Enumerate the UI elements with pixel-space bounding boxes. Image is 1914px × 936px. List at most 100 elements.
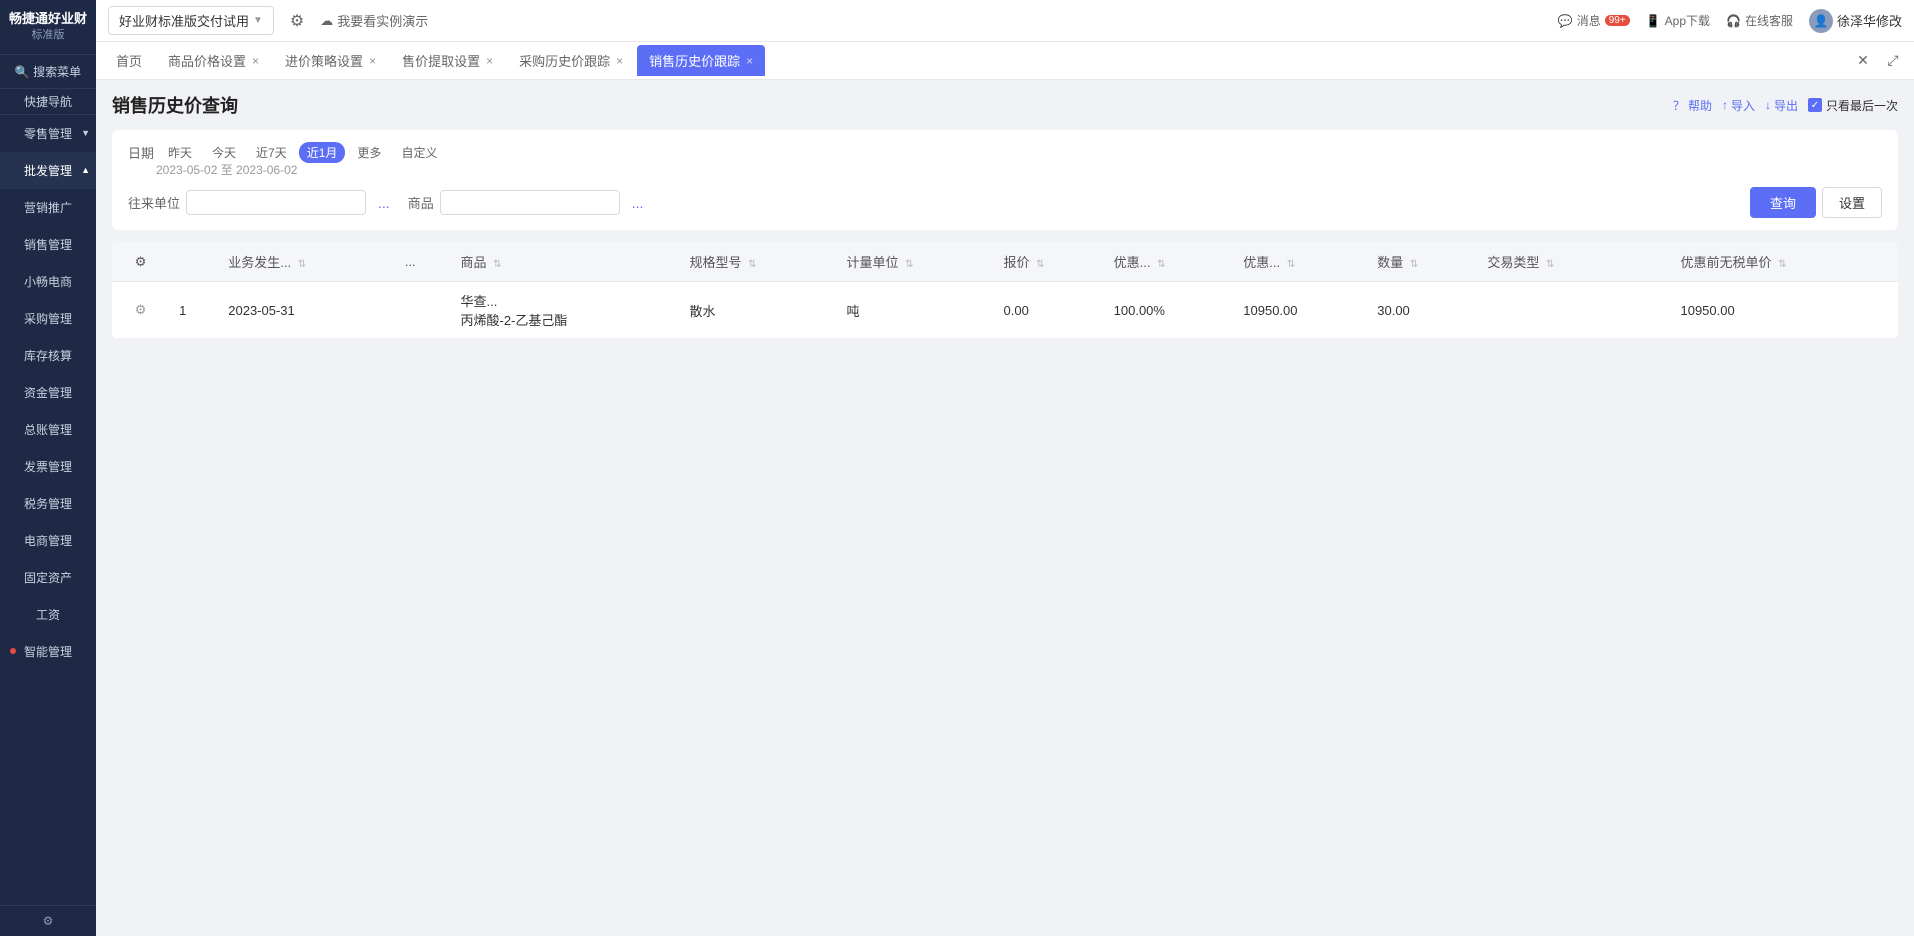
col-unit[interactable]: 计量单位 ⇅ (836, 242, 993, 282)
import-link[interactable]: ↑ 导入 (1722, 97, 1755, 114)
sidebar-item-ledger[interactable]: 总账管理 (0, 411, 96, 448)
date-btn-custom[interactable]: 自定义 (393, 142, 445, 163)
sidebar-salary-label: 工资 (36, 606, 60, 623)
tab-sale-extract[interactable]: 售价提取设置 × (390, 45, 505, 76)
col-product[interactable]: 商品 ⇅ (450, 242, 679, 282)
only-last-checkbox[interactable]: ✓ 只看最后一次 (1808, 97, 1898, 114)
row-product: 华查... 丙烯酸-2-乙基己酯 (450, 282, 679, 339)
tab-purchase-history[interactable]: 采购历史价跟踪 × (507, 45, 635, 76)
filter-settings-button[interactable]: 设置 (1822, 187, 1882, 218)
sidebar-search[interactable]: 🔍 搜索菜单 (0, 55, 96, 89)
date-btn-more[interactable]: 更多 (349, 142, 389, 163)
search-icon: 🔍 (15, 65, 30, 79)
tab-sale-extract-label: 售价提取设置 (402, 51, 480, 70)
sidebar-item-retail[interactable]: 零售管理 (0, 115, 96, 152)
online-service-action[interactable]: 🎧 在线客服 (1726, 12, 1793, 29)
sidebar-item-assets[interactable]: 固定资产 (0, 559, 96, 596)
gear-icon: ⚙ (43, 914, 54, 928)
date-range-display: 2023-05-02 至 2023-06-02 (156, 161, 297, 178)
tab-product-price[interactable]: 商品价格设置 × (156, 45, 271, 76)
sidebar-item-purchase[interactable]: 采购管理 (0, 300, 96, 337)
sidebar-item-tax[interactable]: 税务管理 (0, 485, 96, 522)
demo-link[interactable]: ☁ 我要看实例演示 (320, 11, 428, 30)
col-discount2[interactable]: 优惠... ⇅ (1233, 242, 1367, 282)
row-gear[interactable]: ⚙ (112, 282, 169, 339)
from-org-input[interactable] (186, 190, 366, 215)
col-trade-type[interactable]: 交易类型 ⇅ (1477, 242, 1634, 282)
sidebar-item-salary[interactable]: 工资 (0, 596, 96, 633)
export-link[interactable]: ↓ 导出 (1765, 97, 1798, 114)
row-spacer (1634, 282, 1670, 339)
sidebar-item-smart[interactable]: 智能管理 (0, 633, 96, 670)
only-last-label: 只看最后一次 (1826, 97, 1898, 114)
topbar-settings-button[interactable]: ⚙ (282, 7, 312, 35)
col-pretax-price[interactable]: 优惠前无税单价 ⇅ (1670, 242, 1898, 282)
tab-home[interactable]: 首页 (104, 45, 154, 76)
version-selector[interactable]: 好业财标准版交付试用 ▼ (108, 6, 274, 35)
tab-sale-extract-close[interactable]: × (486, 54, 493, 68)
sidebar-quick-nav[interactable]: 快捷导航 (0, 89, 96, 115)
col-spacer (1634, 242, 1670, 282)
sidebar-item-wholesale[interactable]: 批发管理 (0, 152, 96, 189)
sidebar-sales-label: 销售管理 (24, 236, 72, 253)
col-spec[interactable]: 规格型号 ⇅ (679, 242, 836, 282)
row-biz-date: 2023-05-31 (218, 282, 395, 339)
app-download-action[interactable]: 📱 App下载 (1646, 12, 1710, 29)
sidebar-item-finance[interactable]: 资金管理 (0, 374, 96, 411)
tab-close-button[interactable]: ✕ (1850, 48, 1876, 74)
checkbox-checked-icon: ✓ (1808, 98, 1822, 112)
tab-sale-history[interactable]: 销售历史价跟踪 × (637, 45, 765, 76)
sidebar-item-marketing[interactable]: 营销推广 (0, 189, 96, 226)
help-link[interactable]: ？ 帮助 (1673, 97, 1712, 114)
col-discount1[interactable]: 优惠... ⇅ (1104, 242, 1234, 282)
version-selector-text: 好业财标准版交付试用 (119, 11, 249, 30)
product-input[interactable] (440, 190, 620, 215)
date-label: 日期 (128, 143, 154, 162)
sort-icon-unit: ⇅ (905, 259, 913, 270)
help-icon: ？ (1673, 97, 1685, 114)
tab-expand-button[interactable]: ⤢ (1880, 48, 1906, 74)
sidebar-item-ecommerce[interactable]: 电商管理 (0, 522, 96, 559)
sidebar-smart-label: 智能管理 (24, 643, 72, 660)
tab-purchase-strategy[interactable]: 进价策略设置 × (273, 45, 388, 76)
date-btn-last1m[interactable]: 近1月 (299, 142, 346, 163)
sidebar-invoice-label: 发票管理 (24, 458, 72, 475)
sidebar-item-sales[interactable]: 销售管理 (0, 226, 96, 263)
tab-sale-history-close[interactable]: × (746, 54, 753, 68)
tab-purchase-strategy-label: 进价策略设置 (285, 51, 363, 70)
data-table: ⚙ 业务发生... ⇅ ... 商品 ⇅ (112, 242, 1898, 339)
sidebar-settings[interactable]: ⚙ (0, 905, 96, 936)
row-spec: 散水 (679, 282, 836, 339)
col-gear[interactable]: ⚙ (112, 242, 169, 282)
sidebar-marketing-label: 营销推广 (24, 199, 72, 216)
sidebar-ecommerce-label: 电商管理 (24, 532, 72, 549)
tab-purchase-strategy-close[interactable]: × (369, 54, 376, 68)
col-qty[interactable]: 数量 ⇅ (1367, 242, 1477, 282)
headset-icon: 🎧 (1726, 14, 1741, 28)
col-dots[interactable]: ... (395, 242, 451, 282)
topbar-left: 好业财标准版交付试用 ▼ ⚙ ☁ 我要看实例演示 (108, 6, 428, 35)
tab-sale-history-label: 销售历史价跟踪 (649, 51, 740, 70)
tab-controls: ✕ ⤢ (1850, 48, 1906, 74)
query-button[interactable]: 查询 (1750, 187, 1816, 218)
col-biz-date[interactable]: 业务发生... ⇅ (218, 242, 395, 282)
filter-bar: 日期 昨天 今天 近7天 近1月 更多 自定义 2023-05-02 至 202… (112, 130, 1898, 230)
user-info[interactable]: 👤 徐泽华修改 (1809, 9, 1902, 33)
row-trade-type (1477, 282, 1634, 339)
from-org-dots[interactable]: ... (372, 193, 396, 213)
message-icon: 💬 (1558, 14, 1573, 28)
tab-purchase-history-close[interactable]: × (616, 54, 623, 68)
sort-icon-discount2: ⇅ (1287, 259, 1295, 270)
tab-purchase-history-label: 采购历史价跟踪 (519, 51, 610, 70)
sidebar-item-inventory[interactable]: 库存核算 (0, 337, 96, 374)
sort-icon-qty: ⇅ (1410, 259, 1418, 270)
message-action[interactable]: 💬 消息 99+ (1558, 12, 1630, 29)
row-discount1: 100.00% (1104, 282, 1234, 339)
sidebar: 畅捷通好业财 标准版 🔍 搜索菜单 快捷导航 零售管理 批发管理 营销推广 销售… (0, 0, 96, 936)
sidebar-item-invoice[interactable]: 发票管理 (0, 448, 96, 485)
product-dots[interactable]: ... (626, 193, 650, 213)
sidebar-item-ecommerce-small[interactable]: 小畅电商 (0, 263, 96, 300)
tab-product-price-close[interactable]: × (252, 54, 259, 68)
col-price[interactable]: 报价 ⇅ (994, 242, 1104, 282)
smart-dot (10, 648, 16, 654)
